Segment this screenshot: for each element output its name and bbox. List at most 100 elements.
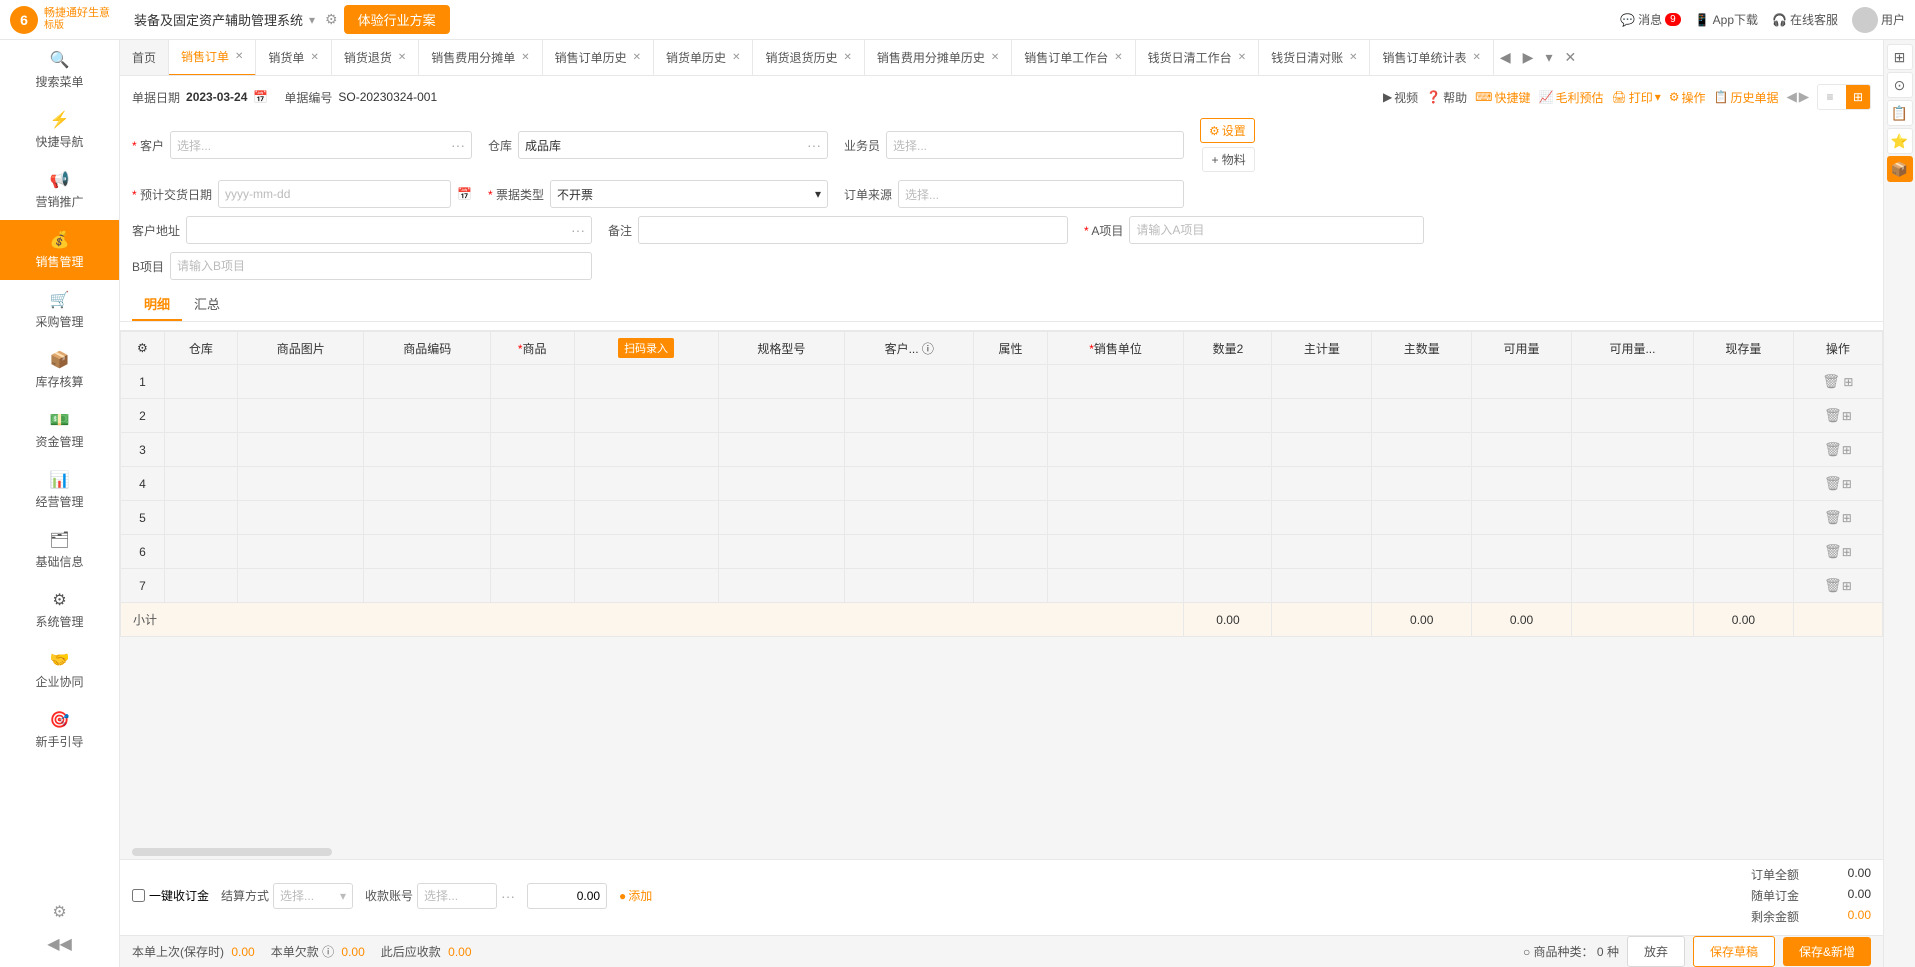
calendar2-icon[interactable]: 📅 [457,187,472,201]
right-btn-5[interactable]: 📦 [1887,156,1913,182]
solution-button[interactable]: 体验行业方案 [344,5,450,34]
row-1-available2[interactable] [1571,365,1693,399]
settlement-amount[interactable] [527,883,607,909]
sidebar-item-sales[interactable]: 💰 销售管理 [0,220,119,280]
row-7-copy-btn[interactable]: ⊞ [1842,579,1852,593]
right-btn-2[interactable]: ⊙ [1887,72,1913,98]
order-workbench-tab-close[interactable]: ✕ [1114,52,1122,63]
sidebar-item-inventory[interactable]: 📦 库存核算 [0,340,119,400]
returns-history-tab-close[interactable]: ✕ [843,52,851,63]
view-grid-btn[interactable]: ⊞ [1846,85,1870,109]
sidebar-item-purchase[interactable]: 🛒 采购管理 [0,280,119,340]
prev-record-btn[interactable]: ◀ [1787,89,1797,105]
system-name-dropdown-icon[interactable]: ▾ [309,13,315,27]
customer-select[interactable]: 选择... ··· [170,131,472,159]
settings-button[interactable]: ⚙ 设置 [1200,118,1255,143]
tabs-prev-btn[interactable]: ◀ [1494,40,1517,76]
row-1-product[interactable] [490,365,574,399]
row-6-delete-btn[interactable]: 🗑 [1824,543,1842,560]
payment-dropdown-icon[interactable]: ▾ [340,889,346,903]
sales-invoice-tab-close[interactable]: ✕ [310,52,318,63]
tab-order-history[interactable]: 销售订单历史 ✕ [543,40,654,76]
customer-more-icon[interactable]: ··· [451,137,465,153]
save-draft-button[interactable]: 保存草稿 [1693,936,1775,967]
row-1-available[interactable] [1472,365,1572,399]
history-btn[interactable]: 📋 历史单据 [1714,89,1779,106]
row-1-customer-code[interactable] [845,365,974,399]
tab-order-stats[interactable]: 销售订单统计表 ✕ [1370,40,1493,76]
right-btn-1[interactable]: ⊞ [1887,44,1913,70]
daily-reconcile-tab-close[interactable]: ✕ [1349,52,1357,63]
scan-button[interactable]: 扫码录入 [618,338,674,358]
remark-input[interactable] [638,216,1068,244]
tab-returns[interactable]: 销货退货 ✕ [332,40,419,76]
row-4-copy-btn[interactable]: ⊞ [1842,477,1852,491]
account-select[interactable]: 选择... [417,883,497,909]
row-1-qty2[interactable] [1184,365,1272,399]
warehouse-select[interactable]: 成品库 ··· [518,131,828,159]
profit-btn[interactable]: 📈 毛利预估 [1539,89,1604,106]
tabs-expand-btn[interactable]: ▾ [1539,40,1558,76]
row-6-copy-btn[interactable]: ⊞ [1842,545,1852,559]
customer-addr-input[interactable]: ··· [186,216,592,244]
invoice-dropdown-icon[interactable]: ▾ [815,187,821,201]
returns-tab-close[interactable]: ✕ [398,52,406,63]
a-project-input[interactable] [1129,216,1424,244]
delivery-date-input[interactable] [218,180,451,208]
tab-home[interactable]: 首页 [120,40,169,76]
discard-button[interactable]: 放弃 [1627,936,1685,967]
right-btn-3[interactable]: 📋 [1887,100,1913,126]
addr-more-icon[interactable]: ··· [571,222,585,238]
expense-split-tab-close[interactable]: ✕ [521,52,529,63]
row-1-delete-btn[interactable]: 🗑 [1822,373,1840,390]
daily-clear-tab-close[interactable]: ✕ [1238,52,1246,63]
row-1-copy-btn[interactable]: ⊞ [1843,375,1853,389]
notification-item[interactable]: 💬 消息 9 [1620,11,1681,28]
tab-returns-history[interactable]: 销货退货历史 ✕ [753,40,864,76]
row-5-copy-btn[interactable]: ⊞ [1842,511,1852,525]
tab-sales-order[interactable]: 销售订单 ✕ [169,40,256,76]
row-1-image[interactable] [238,365,364,399]
settings-icon[interactable]: ⚙ [325,11,338,28]
detail-tab-mingxi[interactable]: 明细 [132,288,182,321]
save-new-button[interactable]: 保存&新增 [1783,937,1871,966]
tab-expense-split-history[interactable]: 销售费用分摊单历史 ✕ [865,40,1012,76]
print-dropdown-icon[interactable]: ▾ [1655,90,1661,104]
sidebar-item-nav[interactable]: ⚡ 快捷导航 [0,100,119,160]
row-1-warehouse[interactable] [164,365,237,399]
tab-order-workbench[interactable]: 销售订单工作台 ✕ [1012,40,1135,76]
add-material-button[interactable]: + 物料 [1202,147,1254,172]
sidebar-item-enterprise[interactable]: 🤝 企业协同 [0,640,119,700]
payment-method-select[interactable]: 选择... ▾ [273,883,353,909]
row-3-delete-btn[interactable]: 🗑 [1824,441,1842,458]
sidebar-item-management[interactable]: 📊 经营管理 [0,460,119,520]
online-service-item[interactable]: 🎧 在线客服 [1772,11,1838,28]
sidebar-item-search[interactable]: 🔍 搜索菜单 [0,40,119,100]
row-2-delete-btn[interactable]: 🗑 [1824,407,1842,424]
tab-invoice-history[interactable]: 销货单历史 ✕ [654,40,753,76]
warehouse-more-icon[interactable]: ··· [807,137,821,153]
sidebar-item-system[interactable]: ⚙ 系统管理 [0,580,119,640]
order-stats-tab-close[interactable]: ✕ [1473,52,1481,63]
sidebar-item-finance[interactable]: 💵 资金管理 [0,400,119,460]
sidebar-item-marketing[interactable]: 📢 营销推广 [0,160,119,220]
right-btn-4[interactable]: ⭐ [1887,128,1913,154]
row-1-unit[interactable] [1047,365,1184,399]
detail-tab-huizong[interactable]: 汇总 [182,288,232,321]
salesperson-select[interactable]: 选择... [886,131,1184,159]
user-item[interactable]: 用户 [1852,7,1905,33]
row-1-main-unit[interactable] [1272,365,1372,399]
tab-expense-split[interactable]: 销售费用分摊单 ✕ [419,40,542,76]
row-5-delete-btn[interactable]: 🗑 [1824,509,1842,526]
order-history-tab-close[interactable]: ✕ [633,52,641,63]
b-project-input[interactable] [170,252,592,280]
sidebar-item-basic-info[interactable]: 🗂 基础信息 [0,520,119,580]
row-1-main-qty[interactable] [1372,365,1472,399]
row-7-delete-btn[interactable]: 🗑 [1824,577,1842,594]
tab-sales-invoice[interactable]: 销货单 ✕ [256,40,331,76]
row-4-delete-btn[interactable]: 🗑 [1824,475,1842,492]
invoice-type-select[interactable]: 不开票 ▾ [550,180,828,208]
help-btn[interactable]: ❓ 帮助 [1426,89,1467,106]
sidebar-item-guide[interactable]: 🎯 新手引导 [0,700,119,760]
tab-daily-clear[interactable]: 钱货日清工作台 ✕ [1136,40,1259,76]
